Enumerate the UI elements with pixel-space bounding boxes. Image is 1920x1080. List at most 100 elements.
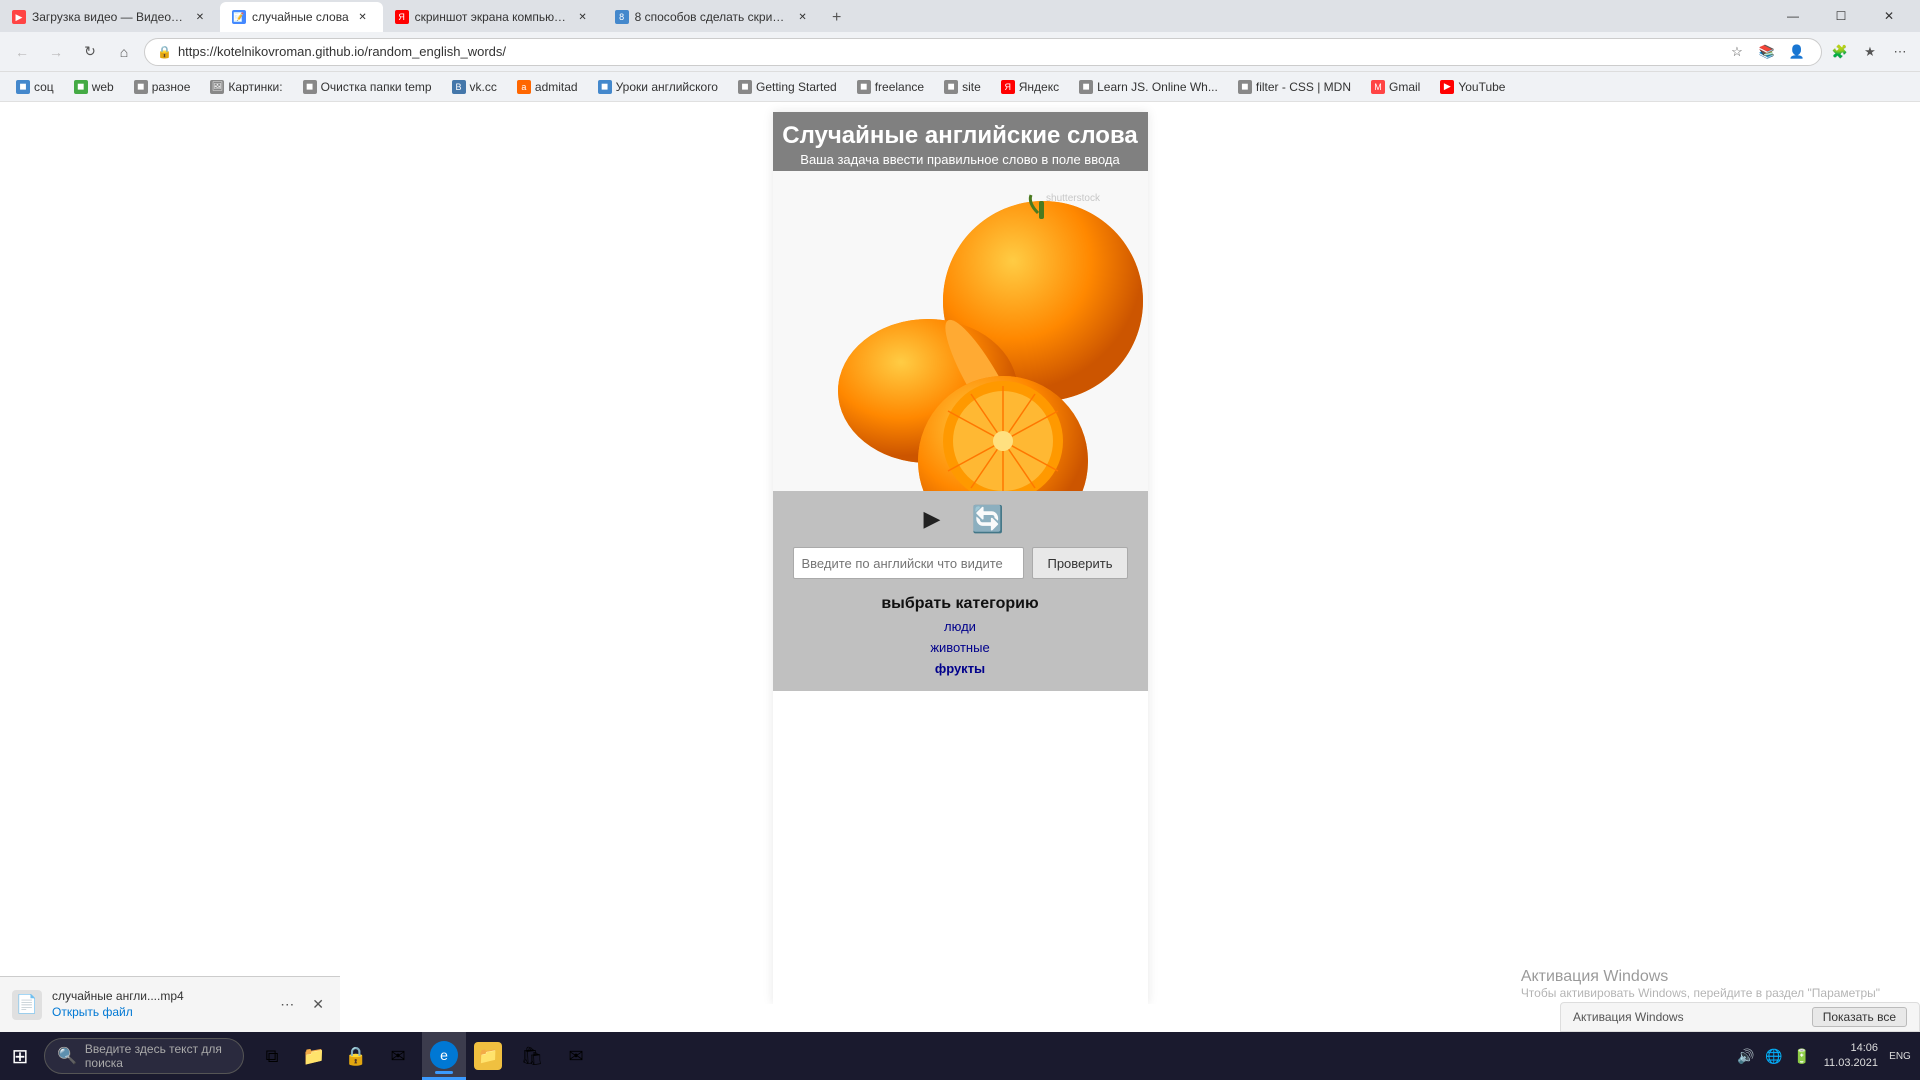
tab-close-button[interactable]: ✕ — [192, 9, 208, 25]
taskbar-date: 11.03.2021 — [1824, 1056, 1878, 1071]
bookmark-label: vk.cc — [470, 80, 497, 94]
bookmark-label: Уроки английского — [616, 80, 718, 94]
taskbar-clock[interactable]: 14:06 11.03.2021 — [1818, 1041, 1884, 1072]
taskbar-app-icon: 🔒 — [343, 1043, 369, 1069]
bookmark-favicon: ◼ — [74, 80, 88, 94]
download-file-icon: 📄 — [12, 990, 42, 1020]
taskbar-browser-pin[interactable]: e — [422, 1032, 466, 1080]
taskbar-store-pin[interactable]: 🛍 — [510, 1032, 554, 1080]
taskbar-pinned: e 📁 🛍 ✉ — [422, 1032, 598, 1080]
settings-icon[interactable]: ⋯ — [1888, 40, 1912, 64]
play-button[interactable]: ▶ — [914, 501, 950, 537]
bookmark-favicon: 🖼 — [210, 80, 224, 94]
bookmark-favicon: ◼ — [944, 80, 958, 94]
bookmark-item[interactable]: M Gmail — [1363, 75, 1428, 99]
taskbar-app-explorer[interactable]: 📁 — [294, 1036, 334, 1076]
bookmark-item[interactable]: ◼web — [66, 75, 122, 99]
browser-tab-tab3[interactable]: Я скриншот экрана компьютера... ✕ — [383, 2, 603, 32]
taskbar-explorer-pin[interactable]: 📁 — [466, 1032, 510, 1080]
taskbar-app-mail[interactable]: ✉ — [378, 1036, 418, 1076]
taskbar-lang[interactable]: ENG — [1888, 1044, 1912, 1068]
bookmarks-bar: ◼соц◼web◼разное🖼Картинки:◼Очистка папки … — [0, 72, 1920, 102]
collections-icon[interactable]: 📚 — [1755, 40, 1779, 64]
profile-icon[interactable]: 👤 — [1785, 40, 1809, 64]
tab-favicon: 📝 — [232, 10, 246, 24]
taskbar: ⊞ 🔍 Введите здесь текст для поиска ⧉📁🔒✉ … — [0, 1032, 1920, 1080]
tab-close-button[interactable]: ✕ — [355, 9, 371, 25]
start-button[interactable]: ⊞ — [0, 1032, 40, 1080]
download-close-button[interactable]: ✕ — [308, 992, 328, 1017]
bookmark-label: YouTube — [1458, 80, 1505, 94]
forward-button[interactable]: → — [42, 38, 70, 66]
bookmark-item[interactable]: ◼разное — [126, 75, 199, 99]
browser-tab-tab4[interactable]: 8 8 способов сделать скришот... ✕ — [603, 2, 823, 32]
refresh-button[interactable]: ↻ — [76, 38, 104, 66]
taskbar-app-icon: ⧉ — [259, 1043, 285, 1069]
browser-tab-tab2[interactable]: 📝 случайные слова ✕ — [220, 2, 383, 32]
bookmark-item[interactable]: 🖼Картинки: — [202, 75, 290, 99]
close-button[interactable]: ✕ — [1866, 0, 1912, 32]
tab-close-button[interactable]: ✕ — [575, 9, 591, 25]
tray-battery-icon[interactable]: 🔋 — [1790, 1044, 1814, 1068]
bookmark-item[interactable]: Вvk.cc — [444, 75, 505, 99]
tray-network-icon[interactable]: 🌐 — [1762, 1044, 1786, 1068]
maximize-button[interactable]: ☐ — [1818, 0, 1864, 32]
bookmark-item[interactable]: ◼соц — [8, 75, 62, 99]
bookmark-item[interactable]: ◼Getting Started — [730, 75, 845, 99]
taskbar-app-store[interactable]: 🔒 — [336, 1036, 376, 1076]
bookmark-item[interactable]: ◼ filter - CSS | MDN — [1230, 75, 1359, 99]
tab-title: Загрузка видео — Видеохости... — [32, 10, 186, 24]
tab-favicon: Я — [395, 10, 409, 24]
bookmark-label: filter - CSS | MDN — [1256, 80, 1351, 94]
back-button[interactable]: ← — [8, 38, 36, 66]
download-open-link[interactable]: Открыть файл — [52, 1005, 133, 1019]
bookmark-item[interactable]: ▶YouTube — [1432, 75, 1513, 99]
home-button[interactable]: ⌂ — [110, 38, 138, 66]
refresh-word-button[interactable]: 🔄 — [970, 501, 1006, 537]
bookmark-label: admitad — [535, 80, 578, 94]
address-input-wrap[interactable]: 🔒 ☆ 📚 👤 — [144, 38, 1822, 66]
bookmark-item[interactable]: ЯЯндекс — [993, 75, 1067, 99]
bookmark-favicon: ◼ — [1079, 80, 1093, 94]
bookmark-favicon: ◼ — [1238, 80, 1252, 94]
address-input[interactable] — [178, 44, 1719, 59]
notification-bar: Активация Windows Показать все — [1560, 1002, 1920, 1032]
favorites-icon[interactable]: ★ — [1858, 40, 1882, 64]
star-icon[interactable]: ☆ — [1725, 40, 1749, 64]
tab-close-button[interactable]: ✕ — [795, 9, 811, 25]
app-title: Случайные английские слова — [773, 122, 1148, 150]
lock-icon: 🔒 — [157, 45, 172, 59]
browser-tab-tab1[interactable]: ▶ Загрузка видео — Видеохости... ✕ — [0, 2, 220, 32]
category-link[interactable]: фрукты — [773, 659, 1148, 680]
taskbar-app-task-view[interactable]: ⧉ — [252, 1036, 292, 1076]
bookmark-item[interactable]: ◼freelance — [849, 75, 932, 99]
tab-title: случайные слова — [252, 10, 349, 24]
tray-volume-icon[interactable]: 🔊 — [1734, 1044, 1758, 1068]
bookmark-item[interactable]: ◼Уроки английского — [590, 75, 726, 99]
store-icon: 🛍 — [518, 1042, 546, 1070]
bookmark-item[interactable]: aadmitad — [509, 75, 586, 99]
input-area: Проверить — [773, 547, 1148, 589]
watermark-sub: Чтобы активировать Windows, перейдите в … — [1521, 986, 1880, 1000]
bookmark-favicon: M — [1371, 80, 1385, 94]
taskbar-app-icon: 📁 — [301, 1043, 327, 1069]
address-icons: ☆ 📚 👤 — [1725, 40, 1809, 64]
word-input[interactable] — [793, 547, 1025, 579]
bookmark-label: Gmail — [1389, 80, 1420, 94]
category-title: выбрать категорию — [773, 595, 1148, 613]
bookmark-item[interactable]: ◼Очистка папки temp — [295, 75, 440, 99]
download-bar: 📄 случайные англи....mp4 Открыть файл ⋯ … — [0, 976, 340, 1032]
minimize-button[interactable]: — — [1770, 0, 1816, 32]
extensions-icon[interactable]: 🧩 — [1828, 40, 1852, 64]
check-button[interactable]: Проверить — [1032, 547, 1127, 579]
taskbar-mail-pin[interactable]: ✉ — [554, 1032, 598, 1080]
new-tab-button[interactable]: + — [823, 4, 851, 32]
download-more-button[interactable]: ⋯ — [276, 992, 298, 1017]
taskbar-search[interactable]: 🔍 Введите здесь текст для поиска — [44, 1038, 244, 1074]
bookmark-item[interactable]: ◼site — [936, 75, 989, 99]
bookmark-item[interactable]: ◼Learn JS. Online Wh... — [1071, 75, 1226, 99]
download-info: случайные англи....mp4 Открыть файл — [52, 989, 266, 1021]
show-all-button[interactable]: Показать все — [1812, 1007, 1907, 1027]
category-link[interactable]: люди — [773, 617, 1148, 638]
category-link[interactable]: животные — [773, 638, 1148, 659]
